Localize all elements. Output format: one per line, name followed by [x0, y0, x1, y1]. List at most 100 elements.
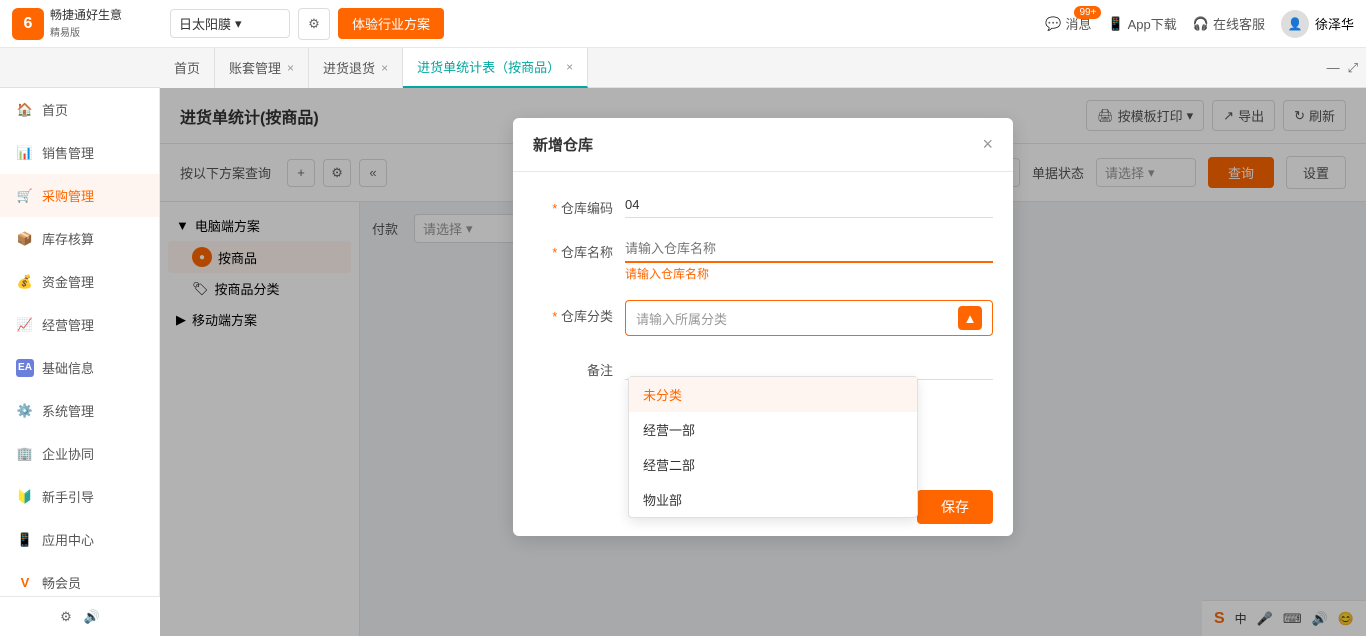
sidebar-inventory-label: 库存核算 [42, 229, 94, 248]
tab-bar: 首页 账套管理 × 进货退货 × 进货单统计表（按商品） × — ⤢ [0, 48, 1366, 88]
online-service-button[interactable]: 🎧 在线客服 [1193, 14, 1265, 33]
app-icon: 📱 [16, 531, 34, 549]
tab-account-label: 账套管理 [229, 58, 281, 77]
app-logo: 6 [12, 8, 44, 40]
phone-icon: 📱 [1107, 16, 1123, 32]
sidebar-system-label: 系统管理 [42, 401, 94, 420]
logo-area: 6 畅捷通好生意 精易版 [12, 8, 162, 40]
dropdown-option-dept1[interactable]: 经营一部 [629, 412, 917, 447]
store-selector[interactable]: 日太阳膜 ▾ [170, 9, 290, 38]
user-profile[interactable]: 👤 徐泽华 [1281, 10, 1354, 38]
name-label: * 仓库名称 [533, 236, 613, 261]
app-sub: 精易版 [50, 24, 122, 39]
name-input-container: 请输入仓库名称 [625, 236, 993, 282]
inventory-icon: 📦 [16, 230, 34, 248]
category-dropdown[interactable]: 请输入所属分类 ▲ [625, 300, 993, 336]
sidebar-item-sales[interactable]: 📊 销售管理 [0, 131, 159, 174]
enterprise-icon: 🏢 [16, 445, 34, 463]
tab-purchase-stats[interactable]: 进货单统计表（按商品） × [403, 48, 588, 88]
tab-account-close[interactable]: × [287, 61, 294, 75]
settings-bottom-icon[interactable]: ⚙ [60, 609, 72, 625]
name-error-msg: 请输入仓库名称 [625, 265, 993, 282]
category-placeholder: 请输入所属分类 [636, 309, 727, 328]
modal-close-button[interactable]: × [982, 134, 993, 155]
tab-purchase-return[interactable]: 进货退货 × [309, 48, 403, 88]
app-name: 畅捷通好生意 [50, 8, 122, 24]
headset-icon: 🎧 [1193, 16, 1209, 32]
note-label: 备注 [533, 354, 613, 379]
sidebar-guide-label: 新手引导 [42, 487, 94, 506]
warehouse-name-row: * 仓库名称 请输入仓库名称 [533, 236, 993, 282]
basic-icon: EA [16, 359, 34, 377]
sidebar-vip-label: 畅会员 [42, 573, 81, 592]
category-label: * 仓库分类 [533, 300, 613, 325]
sidebar-home-label: 首页 [42, 100, 68, 119]
sidebar-item-finance[interactable]: 💰 资金管理 [0, 260, 159, 303]
tab-expand-icon[interactable]: ⤢ [1348, 60, 1358, 76]
tab-purchase-return-close[interactable]: × [381, 61, 388, 75]
warehouse-category-row: * 仓库分类 请输入所属分类 ▲ [533, 300, 993, 336]
tab-purchase-stats-close[interactable]: × [566, 60, 573, 74]
main-layout: 🏠 首页 📊 销售管理 🛒 采购管理 📦 库存核算 💰 资金管理 📈 经营管理 … [0, 88, 1366, 636]
dropdown-option-uncategorized[interactable]: 未分类 [629, 377, 917, 412]
new-warehouse-modal: 新增仓库 × * 仓库编码 [513, 118, 1013, 536]
tab-account[interactable]: 账套管理 × [215, 48, 309, 88]
sidebar-item-enterprise[interactable]: 🏢 企业协同 [0, 432, 159, 475]
dropdown-option-property[interactable]: 物业部 [629, 482, 917, 517]
trial-button[interactable]: 体验行业方案 [338, 8, 444, 39]
purchase-icon: 🛒 [16, 187, 34, 205]
sidebar-item-guide[interactable]: 🔰 新手引导 [0, 475, 159, 518]
message-badge: 99+ [1074, 6, 1101, 19]
tab-minimize-icon[interactable]: — [1327, 60, 1340, 75]
message-button[interactable]: 💬 消息 99+ [1045, 14, 1091, 33]
store-name: 日太阳膜 [179, 14, 231, 33]
avatar: 👤 [1281, 10, 1309, 38]
modal-title: 新增仓库 [533, 134, 593, 155]
sidebar-item-app[interactable]: 📱 应用中心 [0, 518, 159, 561]
sidebar-item-basic[interactable]: EA 基础信息 [0, 346, 159, 389]
sidebar-app-label: 应用中心 [42, 530, 94, 549]
online-service-label: 在线客服 [1213, 14, 1265, 33]
guide-icon: 🔰 [16, 488, 34, 506]
volume-icon[interactable]: 🔊 [84, 609, 100, 625]
sidebar-item-operation[interactable]: 📈 经营管理 [0, 303, 159, 346]
tab-purchase-return-label: 进货退货 [323, 58, 375, 77]
content-area: 进货单统计(按商品) 🖨 按模板打印 ▾ ↗ 导出 ↻ 刷新 按以下方案查询 [160, 88, 1366, 636]
sidebar-item-purchase[interactable]: 🛒 采购管理 [0, 174, 159, 217]
gear-icon: ⚙ [308, 16, 320, 32]
code-input-container [625, 192, 993, 218]
operation-icon: 📈 [16, 316, 34, 334]
tab-home-label: 首页 [174, 58, 200, 77]
dropdown-option-dept2[interactable]: 经营二部 [629, 447, 917, 482]
code-label: * 仓库编码 [533, 192, 613, 217]
sales-icon: 📊 [16, 144, 34, 162]
vip-icon: V [16, 574, 34, 592]
chevron-up-icon: ▲ [958, 306, 982, 330]
chevron-down-icon: ▾ [235, 16, 242, 32]
user-name: 徐泽华 [1315, 14, 1354, 33]
sidebar-item-home[interactable]: 🏠 首页 [0, 88, 159, 131]
sidebar-operation-label: 经营管理 [42, 315, 94, 334]
sidebar-purchase-label: 采购管理 [42, 186, 94, 205]
save-button[interactable]: 保存 [917, 490, 993, 524]
settings-button[interactable]: ⚙ [298, 8, 330, 40]
finance-icon: 💰 [16, 273, 34, 291]
sidebar-item-inventory[interactable]: 📦 库存核算 [0, 217, 159, 260]
sidebar-sales-label: 销售管理 [42, 143, 94, 162]
warehouse-code-row: * 仓库编码 [533, 192, 993, 218]
tab-purchase-stats-label: 进货单统计表（按商品） [417, 57, 560, 76]
message-icon: 💬 [1045, 16, 1061, 32]
sidebar-item-system[interactable]: ⚙️ 系统管理 [0, 389, 159, 432]
app-download-label: App下载 [1128, 14, 1177, 33]
tab-right-actions: — ⤢ [1327, 60, 1366, 76]
modal-overlay: 新增仓库 × * 仓库编码 [160, 88, 1366, 636]
tab-home[interactable]: 首页 [160, 48, 215, 88]
sidebar-enterprise-label: 企业协同 [42, 444, 94, 463]
warehouse-code-input[interactable] [625, 192, 993, 218]
header-right: 💬 消息 99+ 📱 App下载 🎧 在线客服 👤 徐泽华 [1045, 10, 1354, 38]
app-download-button[interactable]: 📱 App下载 [1107, 14, 1176, 33]
category-dropdown-list: 未分类 经营一部 经营二部 物业部 [628, 376, 918, 518]
warehouse-name-input[interactable] [625, 236, 993, 263]
sidebar-bottom: ⚙ 🔊 [0, 596, 160, 636]
sidebar-basic-label: 基础信息 [42, 358, 94, 377]
